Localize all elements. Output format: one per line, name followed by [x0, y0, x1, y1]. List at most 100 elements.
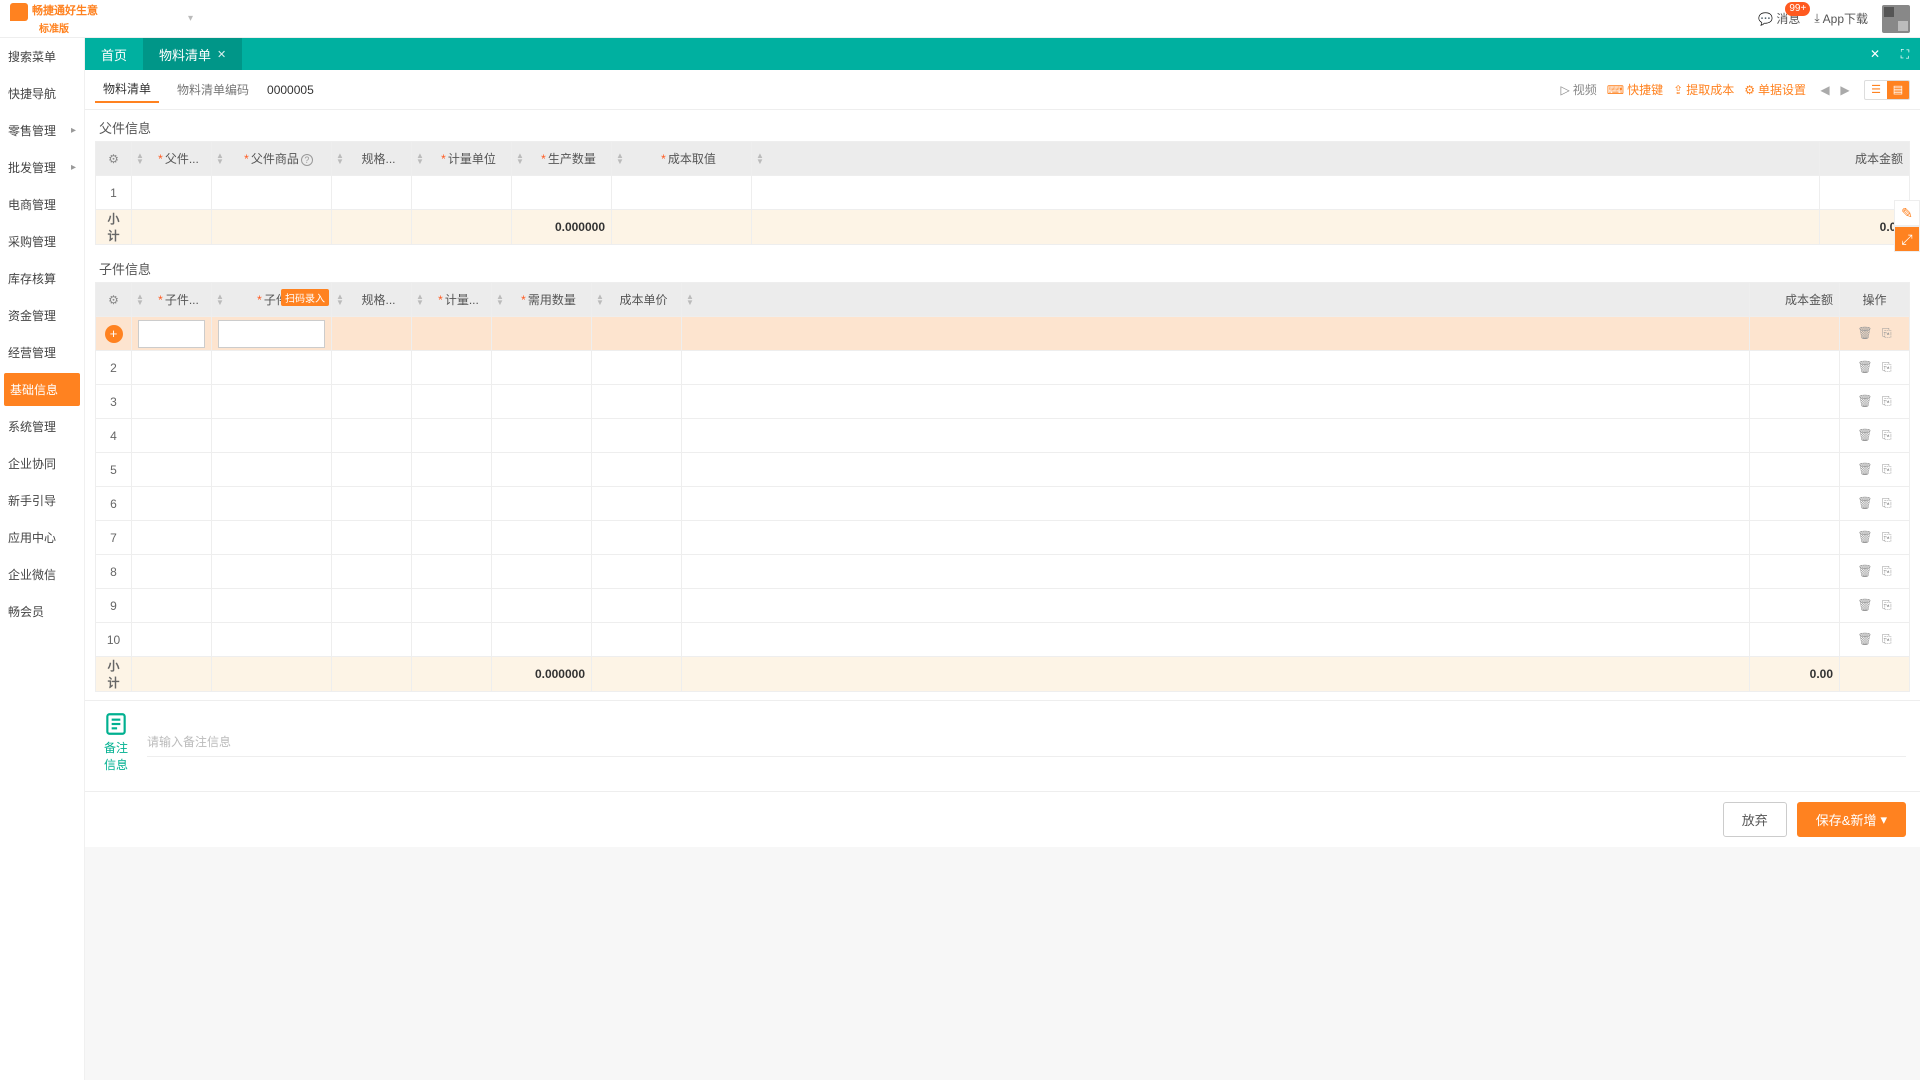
sidebar-item[interactable]: 经营管理 — [0, 334, 84, 371]
table-row[interactable]: 1 — [96, 176, 1910, 210]
float-expand-button[interactable]: ⤢ — [1894, 226, 1920, 252]
copy-row-button[interactable]: ⎘ — [1882, 462, 1892, 476]
bom-code-value: 0000005 — [267, 83, 314, 97]
extract-cost-button[interactable]: ⇪ 提取成本 — [1673, 81, 1734, 98]
child-col-gear[interactable]: ⚙ — [96, 283, 132, 317]
app-download-button[interactable]: ⤓ App下载 — [1814, 10, 1868, 27]
sidebar-item[interactable]: 快捷导航 — [0, 75, 84, 112]
copy-row-button[interactable]: ⎘ — [1882, 428, 1892, 442]
table-row[interactable]: 10🗑 ⎘ — [96, 623, 1910, 657]
add-row-button[interactable]: + — [105, 325, 123, 343]
child-col-spec[interactable]: 规格... — [332, 283, 412, 317]
sidebar-item[interactable]: 系统管理 — [0, 408, 84, 445]
help-icon[interactable]: ? — [301, 154, 313, 166]
copy-row-button[interactable]: ⎘ — [1882, 360, 1892, 374]
table-row[interactable]: 5 🗑 ⎘ — [96, 453, 1910, 487]
sidebar-item[interactable]: 企业微信 — [0, 556, 84, 593]
table-row[interactable]: 9🗑 ⎘ — [96, 589, 1910, 623]
sheet-settings-button[interactable]: ⚙ 单据设置 — [1744, 81, 1806, 98]
child-col-qty[interactable]: 需用数量 — [492, 283, 592, 317]
tab-bom[interactable]: 物料清单 ✕ — [143, 38, 242, 70]
parent-col-unit[interactable]: 计量单位 — [412, 142, 512, 176]
sidebar-item[interactable]: 资金管理 — [0, 297, 84, 334]
sidebar-item[interactable]: 应用中心 — [0, 519, 84, 556]
delete-row-button[interactable]: 🗑 — [1857, 564, 1872, 578]
child-row-no: 2 — [96, 351, 132, 385]
child-col-code[interactable]: 子件... — [132, 283, 212, 317]
messages-button[interactable]: 💬 消息 99+ — [1758, 10, 1800, 27]
delete-row-button[interactable]: 🗑 — [1857, 360, 1872, 374]
scan-input-badge[interactable]: 扫码录入 — [281, 289, 329, 306]
parent-col-qty[interactable]: 生产数量 — [512, 142, 612, 176]
parent-col-code[interactable]: 父件... — [132, 142, 212, 176]
copy-row-button[interactable]: ⎘ — [1882, 530, 1892, 544]
child-product-input[interactable] — [218, 320, 325, 348]
sidebar-item[interactable]: 基础信息 — [4, 373, 80, 406]
tab-bar: 首页 物料清单 ✕ ✕ ⛶ — [85, 38, 1920, 70]
child-col-price[interactable]: 成本单价 — [592, 283, 682, 317]
parent-col-amount[interactable]: 成本金额 — [1820, 142, 1910, 176]
delete-row-button[interactable]: 🗑 — [1857, 530, 1872, 544]
sidebar-item-label: 畅会员 — [8, 603, 44, 620]
delete-row-button[interactable]: 🗑 — [1857, 394, 1872, 408]
play-icon: ▷ — [1561, 83, 1570, 97]
child-col-product[interactable]: 子件商扫码录入 — [212, 283, 332, 317]
remark-input[interactable] — [147, 727, 1906, 757]
table-row[interactable]: 2 🗑 ⎘ — [96, 351, 1910, 385]
copy-row-button[interactable]: ⎘ — [1882, 598, 1892, 612]
sidebar-item[interactable]: 采购管理 — [0, 223, 84, 260]
tab-home[interactable]: 首页 — [85, 38, 143, 70]
sidebar-item[interactable]: 零售管理▸ — [0, 112, 84, 149]
sidebar-item[interactable]: 畅会员 — [0, 593, 84, 630]
tab-close-all-button[interactable]: ✕ — [1860, 47, 1890, 61]
delete-row-button[interactable]: 🗑 — [1857, 598, 1872, 612]
child-subtotal-amount: 0.00 — [1750, 657, 1840, 692]
parent-col-spacer — [752, 142, 1820, 176]
parent-col-costrule[interactable]: 成本取值 — [612, 142, 752, 176]
table-row[interactable]: 6🗑 ⎘ — [96, 487, 1910, 521]
parent-col-gear[interactable]: ⚙ — [96, 142, 132, 176]
page-prev-button[interactable]: ◀ — [1816, 83, 1834, 97]
fullscreen-button[interactable]: ⛶ — [1890, 47, 1920, 62]
table-row[interactable]: 3🗑 ⎘ — [96, 385, 1910, 419]
sidebar-item[interactable]: 批发管理▸ — [0, 149, 84, 186]
company-selector[interactable]: ▾ — [118, 13, 193, 24]
sidebar-item[interactable]: 电商管理 — [0, 186, 84, 223]
copy-row-button[interactable]: ⎘ — [1882, 394, 1892, 408]
page-next-button[interactable]: ▶ — [1836, 83, 1854, 97]
video-help-button[interactable]: ▷ 视频 — [1561, 81, 1597, 98]
view-form-button[interactable]: ▤ — [1887, 81, 1909, 99]
delete-row-button[interactable]: 🗑 — [1857, 632, 1872, 646]
view-list-button[interactable]: ☰ — [1865, 81, 1887, 99]
child-row-no: 5 — [96, 453, 132, 487]
copy-row-button[interactable]: ⎘ — [1882, 496, 1892, 510]
parent-col-product[interactable]: 父件商品? — [212, 142, 332, 176]
sidebar-item[interactable]: 新手引导 — [0, 482, 84, 519]
delete-row-button[interactable]: 🗑 — [1857, 462, 1872, 476]
child-col-unit[interactable]: 计量... — [412, 283, 492, 317]
copy-row-button[interactable]: ⎘ — [1882, 564, 1892, 578]
shortcut-button[interactable]: ⌨ 快捷键 — [1607, 81, 1663, 98]
copy-row-button[interactable]: ⎘ — [1882, 632, 1892, 646]
subtab-bom[interactable]: 物料清单 — [95, 76, 159, 103]
table-row[interactable]: + 🗑 ⎘ — [96, 317, 1910, 351]
child-code-input[interactable] — [138, 320, 205, 348]
copy-row-button[interactable]: ⎘ — [1882, 326, 1892, 340]
parent-col-spec[interactable]: 规格... — [332, 142, 412, 176]
float-edit-button[interactable]: ✎ — [1894, 200, 1920, 226]
table-row[interactable]: 7🗑 ⎘ — [96, 521, 1910, 555]
sidebar-item[interactable]: 搜索菜单 — [0, 38, 84, 75]
sidebar-item-label: 搜索菜单 — [8, 48, 56, 65]
sidebar-item[interactable]: 企业协同 — [0, 445, 84, 482]
table-row[interactable]: 8🗑 ⎘ — [96, 555, 1910, 589]
child-col-amount[interactable]: 成本金额 — [1750, 283, 1840, 317]
save-and-new-button[interactable]: 保存&新增 ▾ — [1797, 802, 1906, 837]
cancel-button[interactable]: 放弃 — [1723, 802, 1787, 837]
table-row[interactable]: 4🗑 ⎘ — [96, 419, 1910, 453]
avatar[interactable] — [1882, 5, 1910, 33]
close-icon[interactable]: ✕ — [217, 48, 226, 61]
delete-row-button[interactable]: 🗑 — [1857, 428, 1872, 442]
delete-row-button[interactable]: 🗑 — [1857, 326, 1872, 340]
delete-row-button[interactable]: 🗑 — [1857, 496, 1872, 510]
sidebar-item[interactable]: 库存核算 — [0, 260, 84, 297]
